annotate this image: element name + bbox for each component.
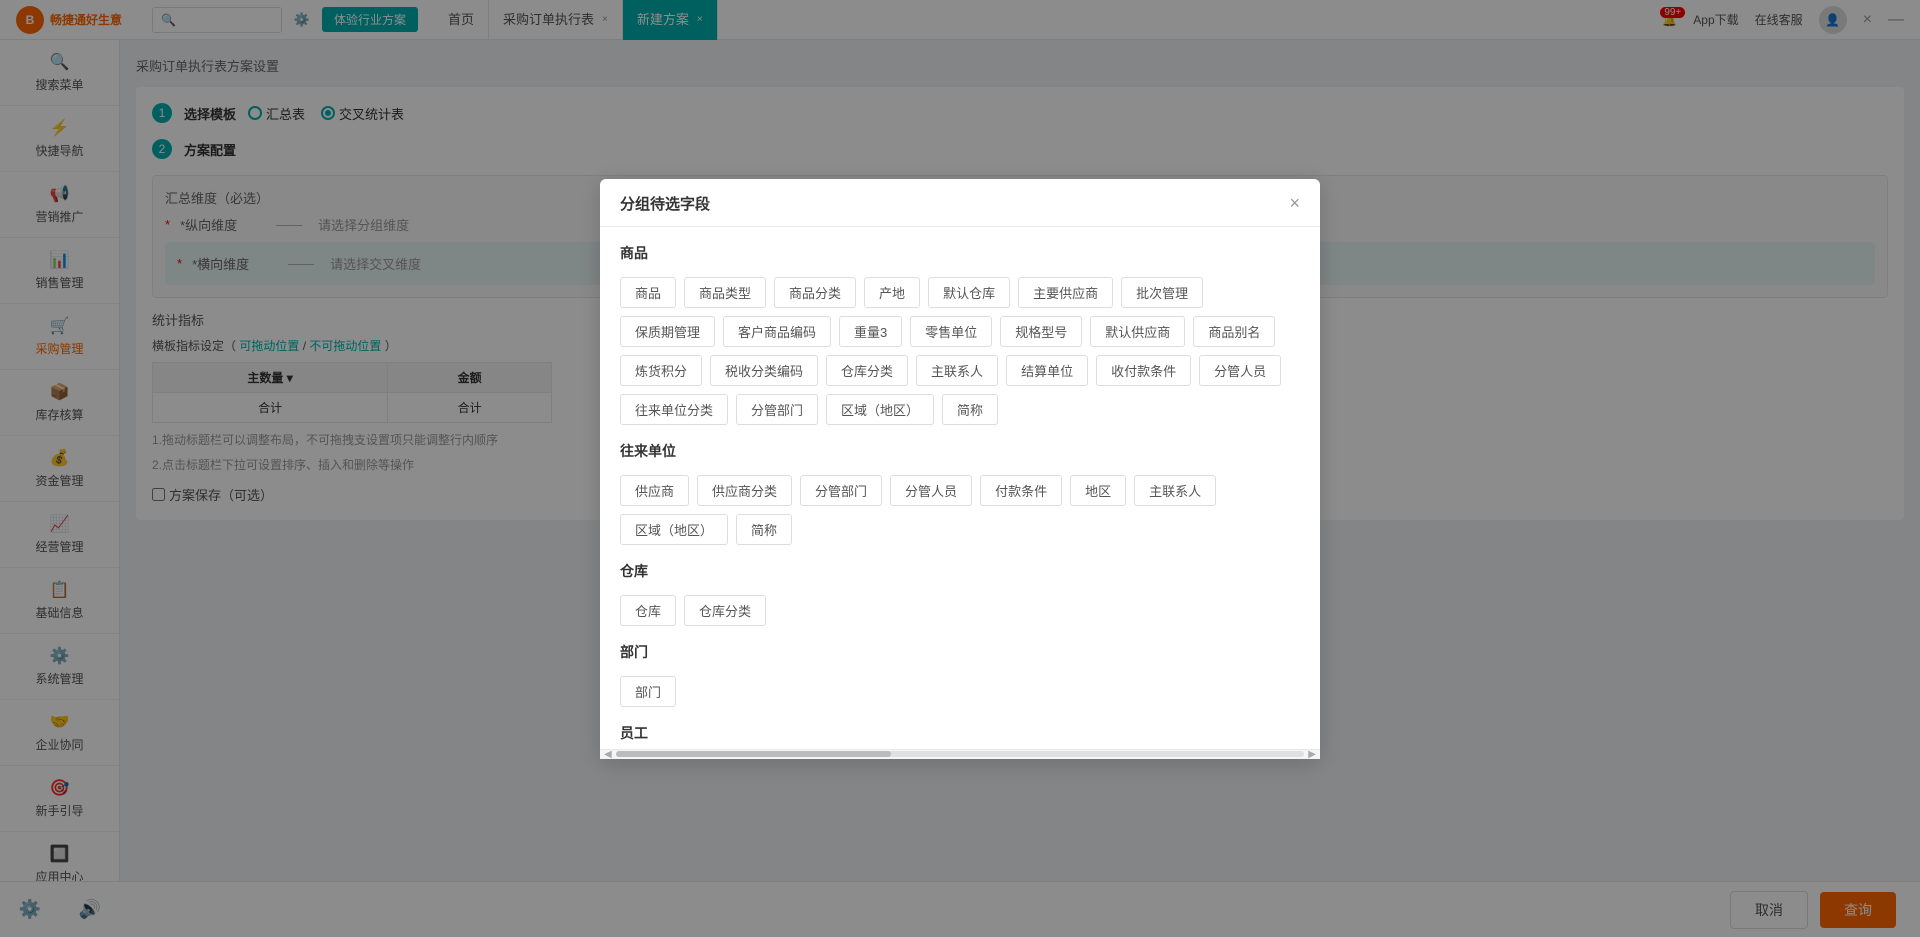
tag-goods-11[interactable]: 规格型号	[1000, 316, 1082, 347]
modal-hscroll[interactable]: ◀ ▶	[600, 749, 1320, 759]
tag-goods-23[interactable]: 区域（地区）	[826, 394, 934, 425]
tag-partner-0[interactable]: 供应商	[620, 475, 689, 506]
tag-warehouse-0[interactable]: 仓库	[620, 595, 676, 626]
tag-goods-10[interactable]: 零售单位	[910, 316, 992, 347]
tag-goods-2[interactable]: 商品分类	[774, 277, 856, 308]
tag-goods-7[interactable]: 保质期管理	[620, 316, 715, 347]
tag-goods-5[interactable]: 主要供应商	[1018, 277, 1113, 308]
modal-title: 分组待选字段	[620, 193, 710, 214]
cat-goods-title: 商品	[620, 243, 1300, 267]
tag-goods-13[interactable]: 商品别名	[1193, 316, 1275, 347]
cat-warehouse-tags: 仓库 仓库分类	[620, 595, 1300, 626]
tag-goods-17[interactable]: 主联系人	[916, 355, 998, 386]
tag-goods-20[interactable]: 分管人员	[1199, 355, 1281, 386]
tag-goods-12[interactable]: 默认供应商	[1090, 316, 1185, 347]
cat-employee-title: 员工	[620, 723, 1300, 747]
tag-partner-4[interactable]: 付款条件	[980, 475, 1062, 506]
tag-partner-8[interactable]: 简称	[736, 514, 792, 545]
cat-goods-tags: 商品 商品类型 商品分类 产地 默认仓库 主要供应商 批次管理 保质期管理 客户…	[620, 277, 1300, 425]
hscroll-right-arrow[interactable]: ▶	[1308, 749, 1316, 760]
hscroll-track	[616, 751, 1305, 757]
tag-goods-18[interactable]: 结算单位	[1006, 355, 1088, 386]
modal-dialog: 分组待选字段 × 商品 商品 商品类型 商品分类 产地 默认仓库 主要供应商 批…	[600, 179, 1320, 759]
cat-partner: 往来单位 供应商 供应商分类 分管部门 分管人员 付款条件 地区 主联系人 区域…	[620, 441, 1300, 545]
modal-header: 分组待选字段 ×	[600, 179, 1320, 227]
tag-department-0[interactable]: 部门	[620, 676, 676, 707]
tag-goods-0[interactable]: 商品	[620, 277, 676, 308]
tag-partner-5[interactable]: 地区	[1070, 475, 1126, 506]
modal-body: 商品 商品 商品类型 商品分类 产地 默认仓库 主要供应商 批次管理 保质期管理…	[600, 227, 1320, 749]
tag-goods-14[interactable]: 炼货积分	[620, 355, 702, 386]
tag-partner-6[interactable]: 主联系人	[1134, 475, 1216, 506]
modal-overlay: 分组待选字段 × 商品 商品 商品类型 商品分类 产地 默认仓库 主要供应商 批…	[0, 0, 1920, 937]
cat-partner-title: 往来单位	[620, 441, 1300, 465]
tag-goods-22[interactable]: 分管部门	[736, 394, 818, 425]
tag-goods-4[interactable]: 默认仓库	[928, 277, 1010, 308]
cat-partner-tags: 供应商 供应商分类 分管部门 分管人员 付款条件 地区 主联系人 区域（地区） …	[620, 475, 1300, 545]
cat-goods: 商品 商品 商品类型 商品分类 产地 默认仓库 主要供应商 批次管理 保质期管理…	[620, 243, 1300, 425]
tag-partner-7[interactable]: 区域（地区）	[620, 514, 728, 545]
cat-warehouse: 仓库 仓库 仓库分类	[620, 561, 1300, 626]
tag-goods-1[interactable]: 商品类型	[684, 277, 766, 308]
tag-goods-6[interactable]: 批次管理	[1121, 277, 1203, 308]
tag-goods-15[interactable]: 税收分类编码	[710, 355, 818, 386]
tag-goods-19[interactable]: 收付款条件	[1096, 355, 1191, 386]
cat-department-title: 部门	[620, 642, 1300, 666]
tag-partner-2[interactable]: 分管部门	[800, 475, 882, 506]
tag-partner-3[interactable]: 分管人员	[890, 475, 972, 506]
tag-goods-8[interactable]: 客户商品编码	[723, 316, 831, 347]
hscroll-left-arrow[interactable]: ◀	[604, 749, 612, 760]
cat-employee: 员工 业务员	[620, 723, 1300, 749]
cat-department-tags: 部门	[620, 676, 1300, 707]
tag-goods-9[interactable]: 重量3	[839, 316, 902, 347]
tag-goods-16[interactable]: 仓库分类	[826, 355, 908, 386]
tag-warehouse-1[interactable]: 仓库分类	[684, 595, 766, 626]
tag-goods-24[interactable]: 简称	[942, 394, 998, 425]
modal-close-btn[interactable]: ×	[1289, 193, 1300, 214]
cat-warehouse-title: 仓库	[620, 561, 1300, 585]
tag-goods-21[interactable]: 往来单位分类	[620, 394, 728, 425]
tag-goods-3[interactable]: 产地	[864, 277, 920, 308]
tag-partner-1[interactable]: 供应商分类	[697, 475, 792, 506]
cat-department: 部门 部门	[620, 642, 1300, 707]
hscroll-thumb	[616, 751, 891, 757]
